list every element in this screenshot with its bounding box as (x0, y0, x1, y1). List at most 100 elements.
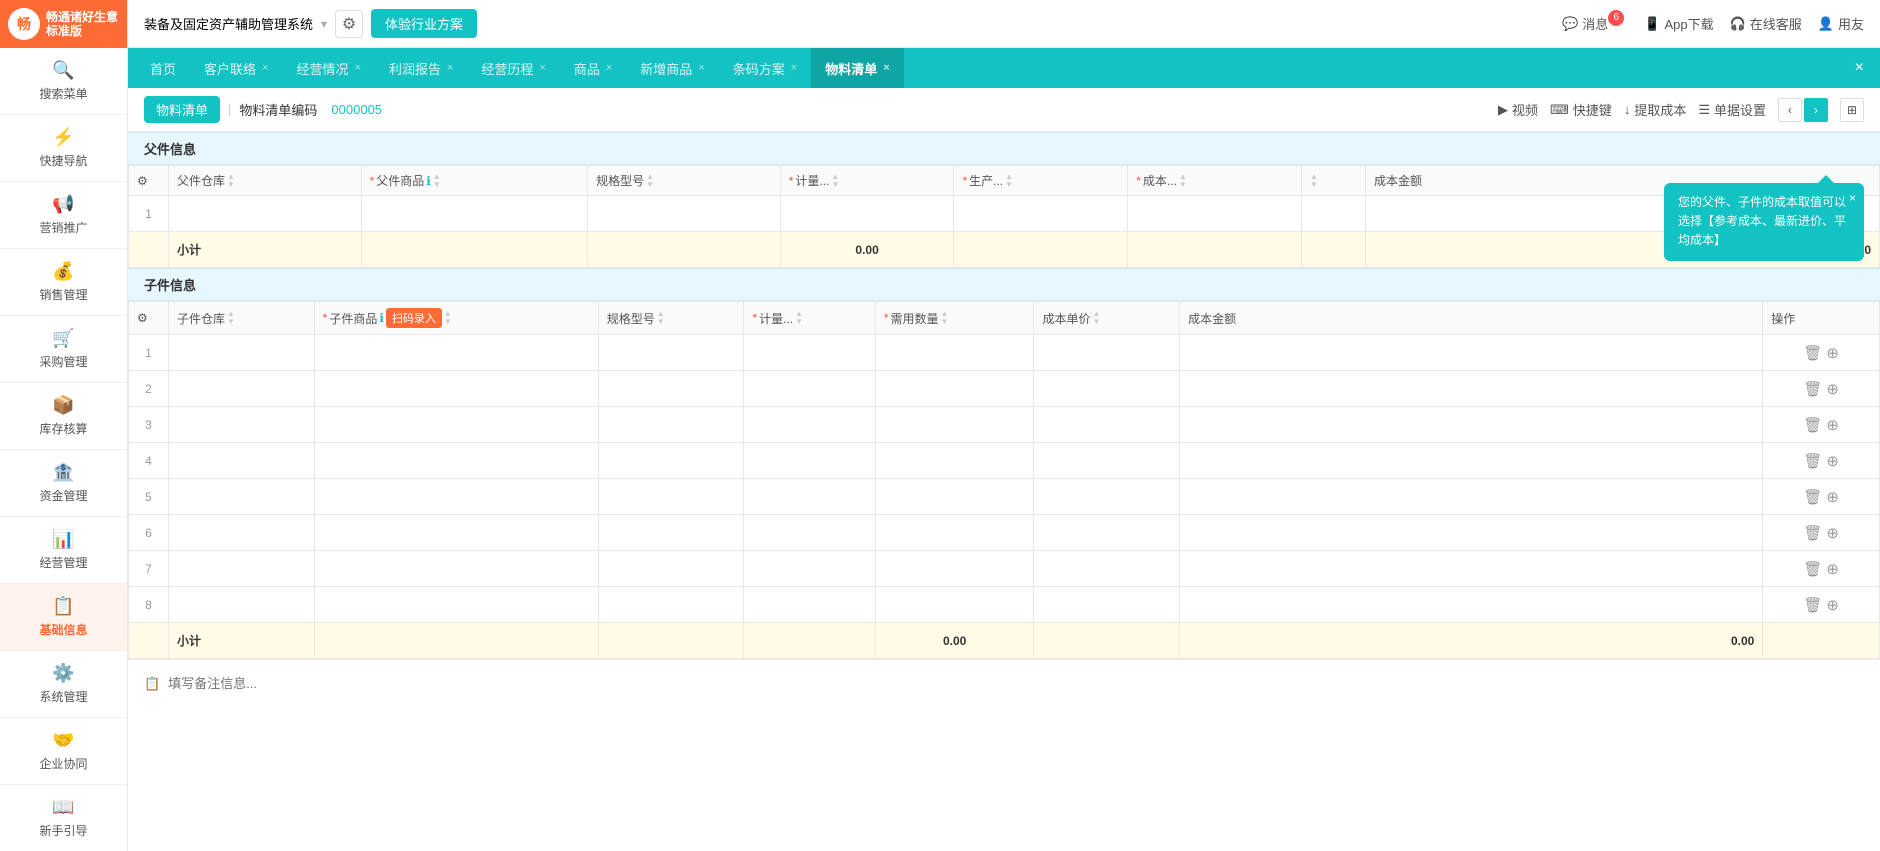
message-button[interactable]: 💬 消息 6 (1562, 14, 1628, 33)
child-qty-need-cell-2[interactable] (875, 371, 1034, 407)
close-tab-barcode[interactable]: × (791, 62, 797, 74)
copy-row-button-8[interactable]: ⊕ (1826, 596, 1839, 614)
video-action[interactable]: ▶ 视频 (1498, 100, 1538, 119)
child-cost-unit-cell-1[interactable] (1034, 335, 1180, 371)
child-spec-cell-5[interactable] (598, 479, 744, 515)
child-qty-need-cell-5[interactable] (875, 479, 1034, 515)
sidebar-item-finance[interactable]: 🏦资金管理 (0, 450, 127, 517)
copy-row-button-1[interactable]: ⊕ (1826, 344, 1839, 362)
child-warehouse-cell-6[interactable] (169, 515, 315, 551)
child-qty-need-cell-8[interactable] (875, 587, 1034, 623)
tab-newgoods[interactable]: 新增商品× (626, 48, 718, 88)
child-goods-cell-8[interactable] (314, 587, 598, 623)
child-qty-need-cell-7[interactable] (875, 551, 1034, 587)
tab-history[interactable]: 经营历程× (467, 48, 559, 88)
app-download-button[interactable]: 📱 App下载 (1644, 14, 1713, 33)
shortcut-action[interactable]: ⌨ 快捷键 (1550, 100, 1612, 119)
delete-row-button-1[interactable]: 🗑 (1803, 344, 1822, 362)
copy-row-button-4[interactable]: ⊕ (1826, 452, 1839, 470)
child-qty-unit-cell-3[interactable] (744, 407, 875, 443)
sidebar-item-purchase[interactable]: 🛒采购管理 (0, 316, 127, 383)
parent-prod-cell-1[interactable] (954, 196, 1128, 232)
child-qty-unit-cell-1[interactable] (744, 335, 875, 371)
sidebar-item-search[interactable]: 🔍搜索菜单 (0, 48, 127, 115)
sidebar-item-quicknav[interactable]: ⚡快捷导航 (0, 115, 127, 182)
delete-row-button-7[interactable]: 🗑 (1803, 560, 1822, 578)
child-cost-amount-cell-2[interactable] (1180, 371, 1763, 407)
next-page-button[interactable]: › (1804, 98, 1828, 122)
tab-bom[interactable]: 物料清单× (811, 48, 903, 88)
parent-warehouse-cell-1[interactable] (169, 196, 362, 232)
settings-button[interactable]: ⚙ (335, 10, 363, 38)
delete-row-button-6[interactable]: 🗑 (1803, 524, 1822, 542)
child-cost-unit-cell-4[interactable] (1034, 443, 1180, 479)
single-settings-action[interactable]: ☰ 单据设置 (1698, 100, 1766, 119)
copy-row-button-5[interactable]: ⊕ (1826, 488, 1839, 506)
copy-row-button-2[interactable]: ⊕ (1826, 380, 1839, 398)
child-goods-cell-4[interactable] (314, 443, 598, 479)
tab-profit[interactable]: 利润报告× (375, 48, 467, 88)
extract-cost-action[interactable]: ↓ 提取成本 (1624, 100, 1687, 119)
parent-qty-cell-1[interactable] (780, 196, 954, 232)
sidebar-item-system[interactable]: ⚙️系统管理 (0, 651, 127, 718)
child-goods-cell-2[interactable] (314, 371, 598, 407)
tab-home[interactable]: 首页 (136, 48, 190, 88)
tooltip-close-button[interactable]: × (1849, 189, 1856, 208)
sidebar-item-operation[interactable]: 📊经营管理 (0, 517, 127, 584)
child-cost-amount-cell-5[interactable] (1180, 479, 1763, 515)
child-qty-need-cell-4[interactable] (875, 443, 1034, 479)
child-qty-unit-cell-4[interactable] (744, 443, 875, 479)
child-cost-amount-cell-7[interactable] (1180, 551, 1763, 587)
child-col-settings[interactable]: ⚙ (129, 302, 169, 335)
sidebar-item-guide[interactable]: 📖新手引导 (0, 785, 127, 851)
child-spec-cell-7[interactable] (598, 551, 744, 587)
child-cost-amount-cell-8[interactable] (1180, 587, 1763, 623)
scan-badge[interactable]: 扫码录入 (386, 308, 442, 328)
notes-input[interactable] (168, 676, 1864, 691)
child-warehouse-cell-7[interactable] (169, 551, 315, 587)
child-qty-unit-cell-6[interactable] (744, 515, 875, 551)
tab-goods[interactable]: 商品× (560, 48, 626, 88)
delete-row-button-8[interactable]: 🗑 (1803, 596, 1822, 614)
dropdown-arrow-icon[interactable]: ▾ (321, 17, 327, 31)
tab-customer[interactable]: 客户联络× (190, 48, 282, 88)
child-cost-unit-cell-5[interactable] (1034, 479, 1180, 515)
prev-page-button[interactable]: ‹ (1778, 98, 1802, 122)
child-cost-unit-cell-3[interactable] (1034, 407, 1180, 443)
close-tab-profit[interactable]: × (447, 62, 453, 74)
child-qty-unit-cell-7[interactable] (744, 551, 875, 587)
sidebar-item-collab[interactable]: 🤝企业协同 (0, 718, 127, 785)
child-goods-cell-5[interactable] (314, 479, 598, 515)
child-goods-cell-7[interactable] (314, 551, 598, 587)
child-qty-need-cell-3[interactable] (875, 407, 1034, 443)
child-qty-need-cell-6[interactable] (875, 515, 1034, 551)
child-warehouse-cell-3[interactable] (169, 407, 315, 443)
sidebar-item-sales[interactable]: 💰销售管理 (0, 249, 127, 316)
tab-operation-status[interactable]: 经营情况× (282, 48, 374, 88)
parent-cost-cell-1[interactable] (1128, 196, 1302, 232)
tab-barcode[interactable]: 条码方案× (719, 48, 811, 88)
child-cost-amount-cell-1[interactable] (1180, 335, 1763, 371)
child-spec-cell-4[interactable] (598, 443, 744, 479)
close-tab-operation[interactable]: × (354, 62, 360, 74)
grid-view-button[interactable]: ⊞ (1840, 98, 1864, 122)
parent-goods-info-icon[interactable]: ℹ (426, 174, 431, 188)
child-cost-unit-cell-6[interactable] (1034, 515, 1180, 551)
copy-row-button-7[interactable]: ⊕ (1826, 560, 1839, 578)
child-goods-cell-3[interactable] (314, 407, 598, 443)
sidebar-item-basic[interactable]: 📋基础信息 (0, 584, 127, 651)
close-tab-bom[interactable]: × (883, 62, 889, 74)
child-qty-unit-cell-5[interactable] (744, 479, 875, 515)
child-cost-amount-cell-3[interactable] (1180, 407, 1763, 443)
child-spec-cell-1[interactable] (598, 335, 744, 371)
child-spec-cell-3[interactable] (598, 407, 744, 443)
copy-row-button-6[interactable]: ⊕ (1826, 524, 1839, 542)
child-goods-cell-6[interactable] (314, 515, 598, 551)
copy-row-button-3[interactable]: ⊕ (1826, 416, 1839, 434)
child-warehouse-cell-2[interactable] (169, 371, 315, 407)
child-qty-unit-cell-2[interactable] (744, 371, 875, 407)
sidebar-item-marketing[interactable]: 📢营销推广 (0, 182, 127, 249)
trial-button[interactable]: 体验行业方案 (371, 9, 477, 38)
close-tab-newgoods[interactable]: × (698, 62, 704, 74)
sidebar-item-inventory[interactable]: 📦库存核算 (0, 383, 127, 450)
